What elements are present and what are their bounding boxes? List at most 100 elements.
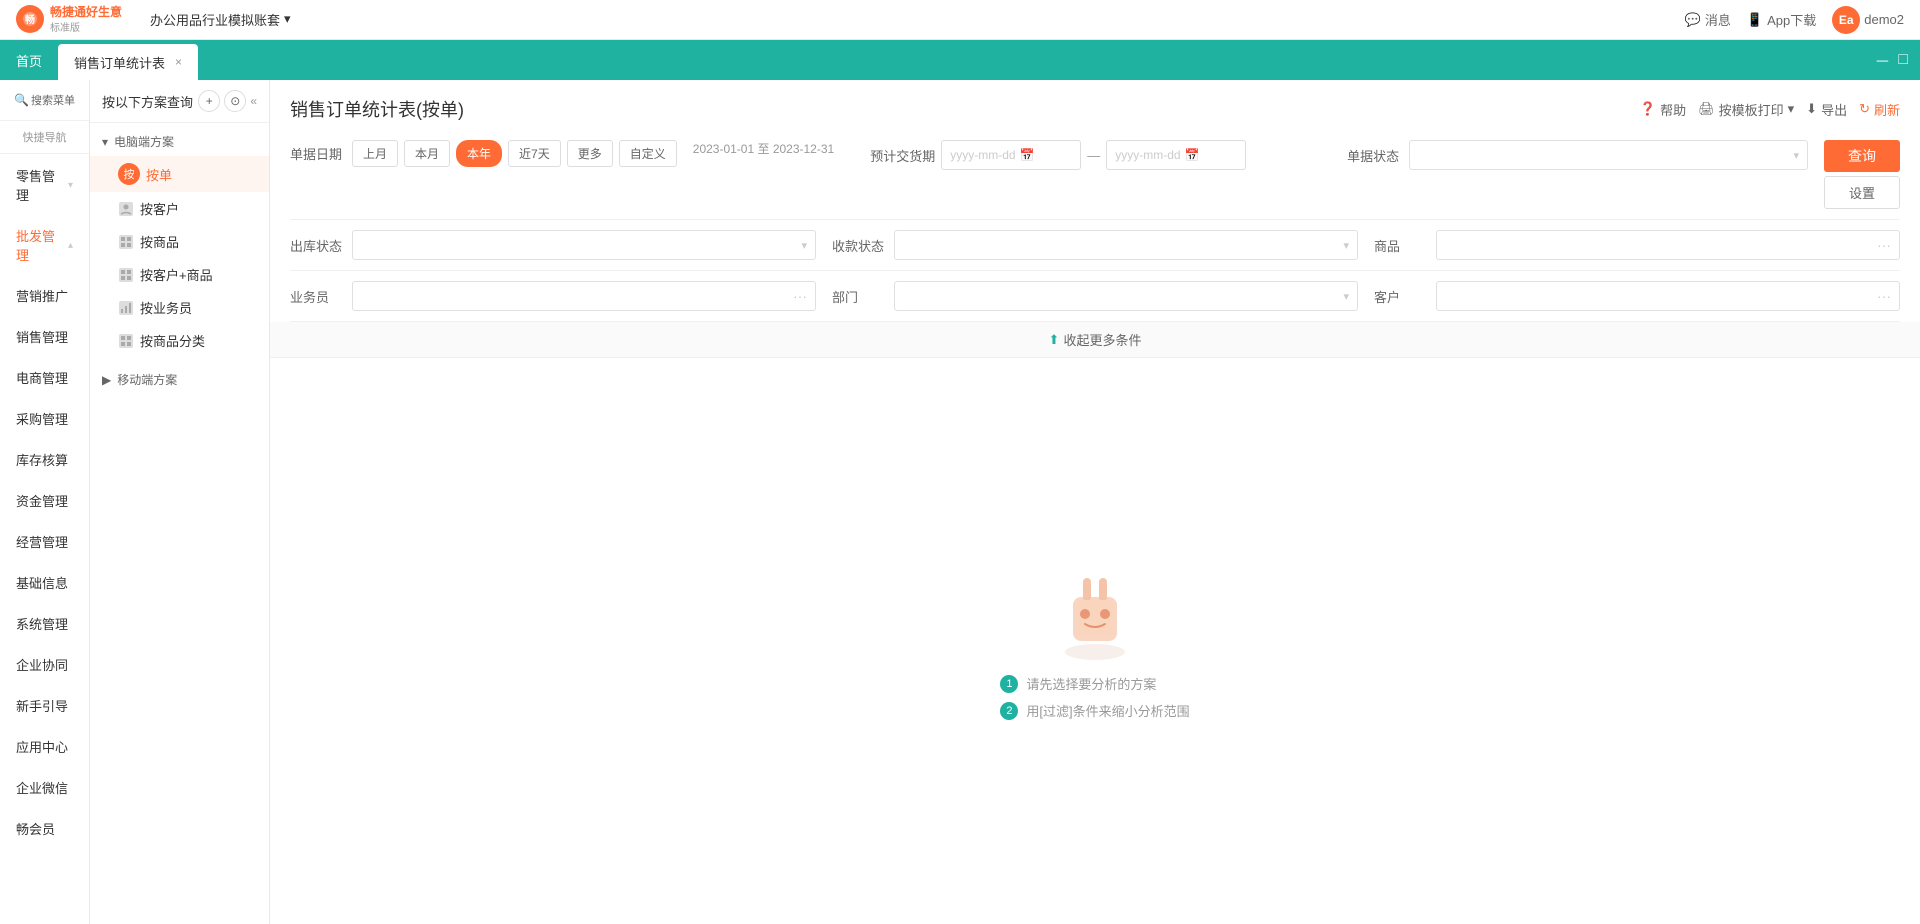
- user-profile[interactable]: Ea demo2: [1832, 6, 1904, 34]
- filter-row-3: 业务员 ··· 部门 ▾ 客户: [290, 271, 1900, 322]
- tab-active-label: 销售订单统计表: [74, 53, 165, 72]
- empty-content: 1 请先选择要分析的方案 2 用[过滤]条件来缩小分析范围: [1000, 562, 1189, 720]
- sidebar-enterprise-label: 企业协同: [16, 655, 68, 674]
- help-btn[interactable]: ❓ 帮助: [1640, 100, 1686, 119]
- date-placeholder-1: yyyy-mm-dd: [950, 148, 1015, 162]
- app-download-label: App下载: [1767, 10, 1816, 29]
- scheme-item-label-goods: 按商品: [140, 232, 179, 251]
- tab-home[interactable]: 首页: [0, 40, 58, 80]
- scheme-cg-icon: [118, 267, 134, 283]
- sidebar-item-appcenter[interactable]: 应用中心: [4, 727, 85, 766]
- export-btn[interactable]: ⬇ 导出: [1806, 100, 1847, 119]
- collapse-icon: ⬆: [1049, 332, 1060, 348]
- scheme-item-by-customer-goods[interactable]: 按客户+商品: [90, 258, 269, 291]
- date-btn-custom[interactable]: 自定义: [619, 140, 677, 167]
- empty-state: 1 请先选择要分析的方案 2 用[过滤]条件来缩小分析范围: [270, 358, 1920, 924]
- tab-close-icon[interactable]: ×: [175, 55, 182, 69]
- date-separator: —: [1087, 148, 1100, 163]
- sidebar-retail-label: 零售管理: [16, 166, 68, 204]
- print-label: 按模板打印: [1719, 100, 1784, 119]
- scheme-item-by-order[interactable]: 按 按单: [90, 156, 269, 192]
- date-btn-more[interactable]: 更多: [567, 140, 613, 167]
- sidebar-item-inventory[interactable]: 库存核算: [4, 440, 85, 479]
- step-2-text: 用[过滤]条件来缩小分析范围: [1026, 701, 1189, 720]
- payment-arrow-icon: ▾: [1343, 239, 1349, 252]
- scheme-collapse-btn[interactable]: «: [250, 94, 257, 108]
- collapse-bar: ⬆ 收起更多条件: [270, 322, 1920, 358]
- settings-btn[interactable]: 设置: [1824, 176, 1900, 209]
- print-btn[interactable]: 🖨 按模板打印 ▾: [1698, 100, 1794, 119]
- delivery-status-select[interactable]: ▾: [352, 230, 816, 260]
- sidebar-item-wholesale[interactable]: 批发管理 ▴: [4, 216, 85, 274]
- sidebar-item-purchase[interactable]: 采购管理: [4, 399, 85, 438]
- logo-text: 畅捷通好生意: [50, 5, 122, 19]
- expected-date-start[interactable]: yyyy-mm-dd 📅: [941, 140, 1081, 170]
- message-action[interactable]: 💬 消息: [1685, 10, 1731, 29]
- scheme-sales-icon: [118, 300, 134, 316]
- sidebar-item-guide[interactable]: 新手引导: [4, 686, 85, 725]
- date-placeholder-2: yyyy-mm-dd: [1115, 148, 1180, 162]
- filter-header-actions: ❓ 帮助 🖨 按模板打印 ▾ ⬇ 导出 ↻ 刷新: [1640, 100, 1900, 119]
- tab-maximize-btn[interactable]: □: [1898, 51, 1908, 69]
- scheme-customer-icon: [118, 201, 134, 217]
- scheme-mobile-group-header[interactable]: ▶ 移动端方案: [90, 365, 269, 394]
- goods-group: 商品 ···: [1374, 230, 1900, 260]
- expected-date-end[interactable]: yyyy-mm-dd 📅: [1106, 140, 1246, 170]
- status-arrow-icon: ▾: [1793, 149, 1799, 162]
- page-selector-dropdown[interactable]: 办公用品行业模拟账套 ▾: [150, 10, 291, 29]
- refresh-label: 刷新: [1874, 100, 1900, 119]
- scheme-item-by-salesperson[interactable]: 按业务员: [90, 291, 269, 324]
- app-download-action[interactable]: 📱 App下载: [1747, 10, 1816, 29]
- date-btn-7days[interactable]: 近7天: [508, 140, 561, 167]
- empty-step-1: 1 请先选择要分析的方案: [1000, 674, 1189, 693]
- dropdown-arrow-icon: ▾: [284, 11, 291, 27]
- scheme-mobile-group: ▶ 移动端方案: [90, 361, 269, 398]
- date-btn-last-month[interactable]: 上月: [352, 140, 398, 167]
- goods-input[interactable]: ···: [1436, 230, 1900, 260]
- status-select[interactable]: ▾: [1409, 140, 1808, 170]
- date-btn-this-month[interactable]: 本月: [404, 140, 450, 167]
- phone-icon: 📱: [1747, 12, 1763, 28]
- sidebar-item-retail[interactable]: 零售管理 ▾: [4, 156, 85, 214]
- logo-text-block: 畅捷通好生意 标准版: [50, 5, 122, 34]
- dept-select[interactable]: ▾: [894, 281, 1358, 311]
- sidebar-item-wechat[interactable]: 企业微信: [4, 768, 85, 807]
- scheme-edit-btn[interactable]: ⊙: [224, 90, 246, 112]
- scheme-add-btn[interactable]: +: [198, 90, 220, 112]
- sidebar-item-operations[interactable]: 经营管理: [4, 522, 85, 561]
- scheme-item-by-category[interactable]: 按商品分类: [90, 324, 269, 357]
- refresh-btn[interactable]: ↻ 刷新: [1859, 100, 1900, 119]
- sidebar-item-sales[interactable]: 销售管理: [4, 317, 85, 356]
- customer-dots: ···: [1877, 288, 1891, 304]
- page-selector-label: 办公用品行业模拟账套: [150, 10, 280, 29]
- customer-input[interactable]: ···: [1436, 281, 1900, 311]
- sidebar-item-system[interactable]: 系统管理: [4, 604, 85, 643]
- sidebar-item-finance[interactable]: 资金管理: [4, 481, 85, 520]
- sidebar-search-item[interactable]: 🔍 搜索菜单: [0, 84, 89, 116]
- date-btn-this-year[interactable]: 本年: [456, 140, 502, 167]
- sidebar-item-ecommerce[interactable]: 电商管理: [4, 358, 85, 397]
- salesperson-input[interactable]: ···: [352, 281, 816, 311]
- collapse-more-btn[interactable]: ⬆ 收起更多条件: [1049, 330, 1142, 349]
- filter-rows-container: 单据日期 上月 本月 本年 近7天 更多 自定义 2023-01-01 至 20…: [270, 130, 1920, 322]
- search-icon: 🔍: [14, 93, 29, 107]
- scheme-item-label-order: 按单: [146, 165, 172, 184]
- scheme-item-by-goods[interactable]: 按商品: [90, 225, 269, 258]
- scheme-item-by-customer[interactable]: 按客户: [90, 192, 269, 225]
- delivery-arrow-icon: ▾: [801, 239, 807, 252]
- logo-icon: 畅: [16, 5, 44, 33]
- message-label: 消息: [1705, 10, 1731, 29]
- tab-minimize-btn[interactable]: －: [1874, 48, 1890, 72]
- scheme-mobile-label: 移动端方案: [117, 371, 177, 388]
- sidebar-appcenter-label: 应用中心: [16, 737, 68, 756]
- tab-sales-stats[interactable]: 销售订单统计表 ×: [58, 44, 198, 80]
- sidebar-item-member[interactable]: 畅会员: [4, 809, 85, 848]
- customer-label: 客户: [1374, 287, 1430, 306]
- sidebar-item-marketing[interactable]: 营销推广: [4, 276, 85, 315]
- salesperson-group: 业务员 ···: [290, 281, 816, 311]
- search-btn[interactable]: 查询: [1824, 140, 1900, 172]
- sidebar-item-enterprise[interactable]: 企业协同: [4, 645, 85, 684]
- payment-status-select[interactable]: ▾: [894, 230, 1358, 260]
- sidebar-item-basic[interactable]: 基础信息: [4, 563, 85, 602]
- scheme-pc-group-header[interactable]: ▾ 电脑端方案: [90, 127, 269, 156]
